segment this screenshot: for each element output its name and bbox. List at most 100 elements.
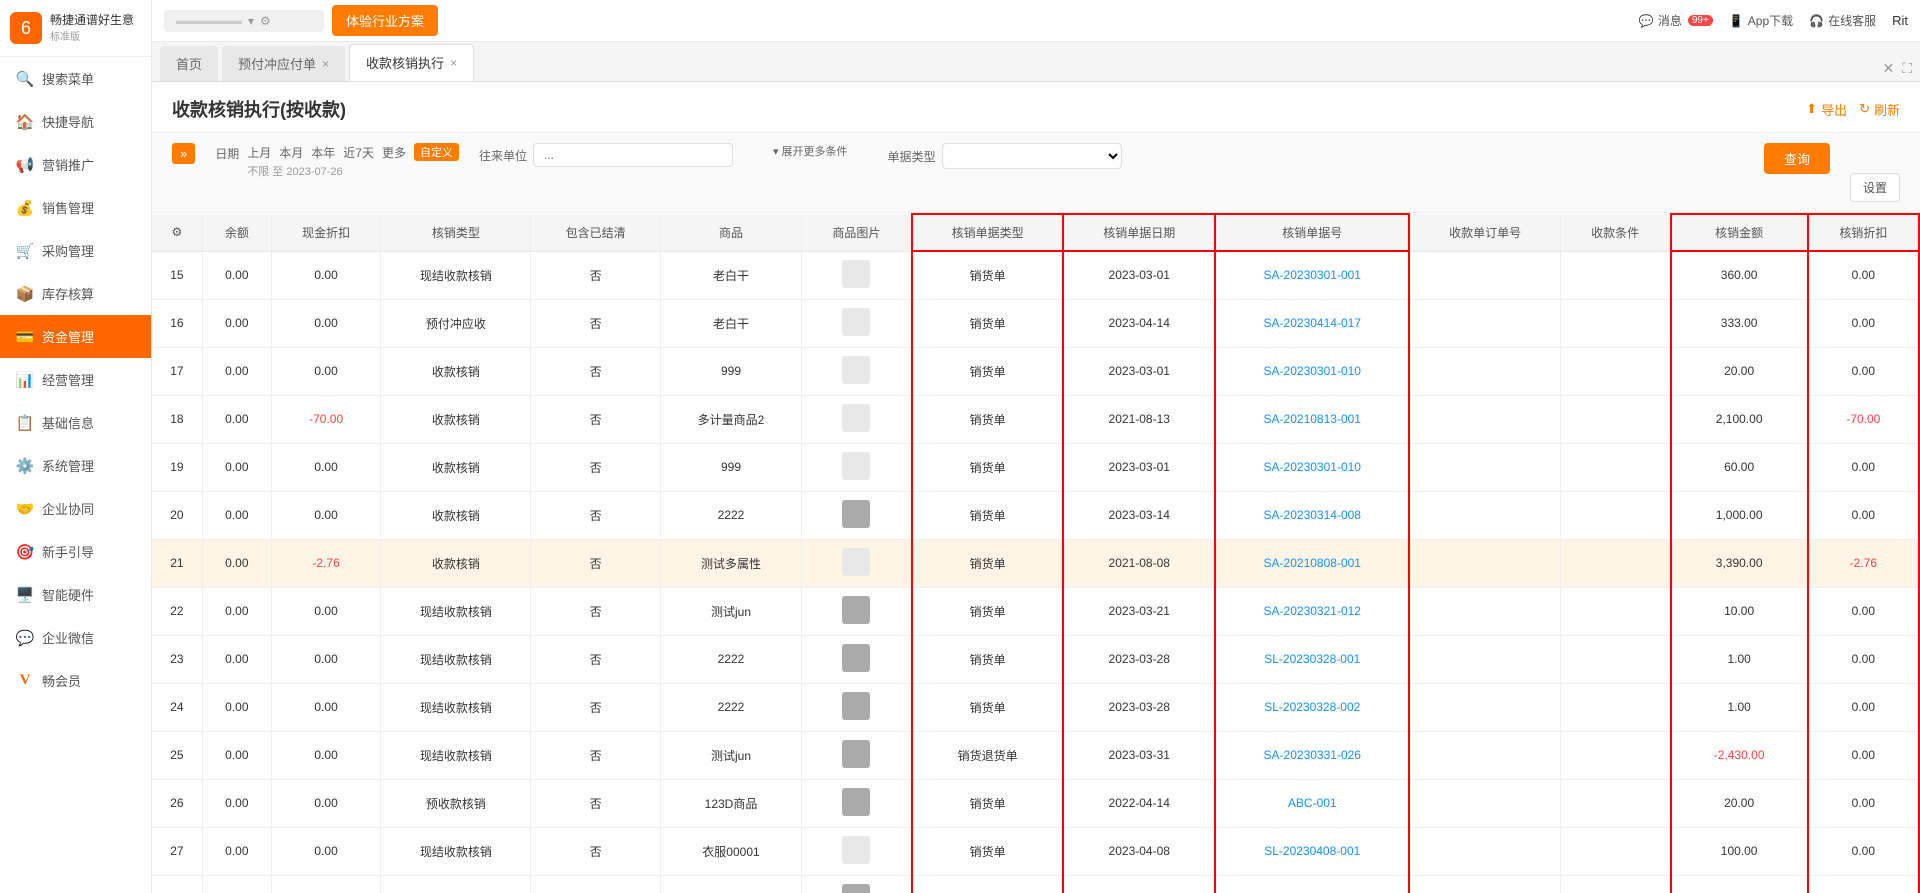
- row-doc-no[interactable]: SA-20230301-010: [1215, 443, 1409, 491]
- date-custom-btn[interactable]: 自定义: [414, 143, 459, 161]
- row-doc-no[interactable]: ABC-001: [1215, 779, 1409, 827]
- row-condition: [1560, 635, 1670, 683]
- sidebar-item-wechat[interactable]: 💬 企业微信: [0, 616, 151, 659]
- table-row: 190.000.00收款核销否999销货单2023-03-01SA-202303…: [152, 443, 1919, 491]
- date-shortcut-this-month[interactable]: 本月: [279, 144, 303, 161]
- row-settled: 否: [531, 539, 661, 587]
- product-image: [842, 548, 870, 576]
- maximize-window-btn[interactable]: ⛶: [1902, 60, 1912, 77]
- user-name: Rit: [1892, 13, 1908, 28]
- tab-prepay-close[interactable]: ×: [322, 57, 329, 71]
- sidebar-item-inventory[interactable]: 📦 库存核算: [0, 272, 151, 315]
- row-settled: 否: [531, 875, 661, 893]
- row-doc-no[interactable]: SL-20230328-001: [1215, 635, 1409, 683]
- gear-icon[interactable]: ⚙: [260, 14, 271, 28]
- sidebar-item-basic[interactable]: 📋 基础信息: [0, 401, 151, 444]
- row-doc-no[interactable]: SA-20230321-012: [1215, 587, 1409, 635]
- sidebar-item-finance[interactable]: 💳 资金管理: [0, 315, 151, 358]
- row-condition: [1560, 779, 1670, 827]
- row-order-no: [1409, 587, 1560, 635]
- sidebar-item-member[interactable]: V 畅会员: [0, 659, 151, 702]
- row-doc-no[interactable]: SA-20210813-001: [1215, 395, 1409, 443]
- row-product: 老白干: [661, 251, 802, 299]
- row-doc-no[interactable]: SL-20230408-001: [1215, 827, 1409, 875]
- sidebar-item-search[interactable]: 🔍 搜索菜单: [0, 57, 151, 100]
- th-balance: 余额: [202, 214, 271, 251]
- sidebar-item-guide[interactable]: 🎯 新手引导: [0, 530, 151, 573]
- tab-home-label: 首页: [176, 54, 202, 73]
- date-shortcut-more[interactable]: 更多: [382, 144, 406, 161]
- row-product-img: [801, 491, 911, 539]
- tab-collection-close[interactable]: ×: [450, 56, 457, 70]
- th-settings[interactable]: ⚙: [152, 214, 202, 251]
- row-doc-no[interactable]: SA-20230414-017: [1215, 299, 1409, 347]
- export-button[interactable]: ⬆ 导出: [1806, 100, 1847, 119]
- row-cash-discount: 0.00: [271, 443, 381, 491]
- date-shortcut-prev-month[interactable]: 上月: [247, 144, 271, 161]
- row-number: 24: [152, 683, 202, 731]
- refresh-button[interactable]: ↻ 刷新: [1859, 100, 1900, 119]
- sidebar-item-sales[interactable]: 💰 销售管理: [0, 186, 151, 229]
- row-number: 27: [152, 827, 202, 875]
- tab-home[interactable]: 首页: [160, 46, 218, 81]
- row-doc-no[interactable]: SA-20230301-001: [1215, 251, 1409, 299]
- data-table-wrapper: ⚙ 余额 现金折扣 核销类型 包含已结清 商品 商品图片 核销单据类型 核销单据…: [152, 213, 1920, 893]
- sidebar-item-collab[interactable]: 🤝 企业协同: [0, 487, 151, 530]
- sidebar-item-hardware[interactable]: 🖥️ 智能硬件: [0, 573, 151, 616]
- row-doc-no[interactable]: SA-20230314-008: [1215, 491, 1409, 539]
- collab-icon: 🤝: [16, 500, 34, 518]
- tab-collection[interactable]: 收款核销执行 ×: [349, 44, 474, 81]
- solution-button[interactable]: 体验行业方案: [332, 5, 438, 36]
- setting-button[interactable]: 设置: [1850, 173, 1900, 202]
- sidebar-item-label: 新手引导: [42, 542, 94, 561]
- sidebar-item-system[interactable]: ⚙️ 系统管理: [0, 444, 151, 487]
- wechat-icon: 💬: [16, 629, 34, 647]
- row-amount: 1.00: [1671, 683, 1808, 731]
- app-icon: 📱: [1729, 14, 1744, 28]
- close-window-btn[interactable]: ✕: [1882, 60, 1894, 77]
- row-settled: 否: [531, 347, 661, 395]
- row-settled: 否: [531, 683, 661, 731]
- message-badge: 99+: [1688, 15, 1713, 26]
- row-condition: [1560, 395, 1670, 443]
- query-button[interactable]: 查询: [1764, 143, 1830, 174]
- doc-type-select[interactable]: [942, 143, 1122, 169]
- filter-expand-btn[interactable]: »: [172, 143, 195, 164]
- sidebar-item-label: 库存核算: [42, 284, 94, 303]
- row-doc-no[interactable]: SL-20230418-001: [1215, 875, 1409, 893]
- th-discount: 核销折扣: [1808, 214, 1919, 251]
- tab-prepay[interactable]: 预付冲应付单 ×: [222, 46, 345, 81]
- date-shortcut-7days[interactable]: 近7天: [343, 144, 374, 161]
- row-product-img: [801, 875, 911, 893]
- table-row: 220.000.00现结收款核销否测试jun销货单2023-03-21SA-20…: [152, 587, 1919, 635]
- date-shortcut-this-year[interactable]: 本年: [311, 144, 335, 161]
- sidebar-item-marketing[interactable]: 📢 营销推广: [0, 143, 151, 186]
- row-doc-type: 销货单: [912, 491, 1064, 539]
- row-doc-no[interactable]: SA-20210808-001: [1215, 539, 1409, 587]
- topbar-left: ▬▬▬▬▬▬ ▾ ⚙ 体验行业方案: [164, 5, 1631, 36]
- service-button[interactable]: 🎧 在线客服: [1809, 12, 1876, 29]
- row-type: 预收款核销: [381, 779, 531, 827]
- th-amount: 核销金额: [1671, 214, 1808, 251]
- row-doc-type: 销货单: [912, 683, 1064, 731]
- row-number: 18: [152, 395, 202, 443]
- th-settled: 包含已结清: [531, 214, 661, 251]
- sidebar-item-quick[interactable]: 🏠 快捷导航: [0, 100, 151, 143]
- row-doc-no[interactable]: SA-20230331-026: [1215, 731, 1409, 779]
- row-condition: [1560, 827, 1670, 875]
- sidebar-item-purchase[interactable]: 🛒 采购管理: [0, 229, 151, 272]
- app-download-button[interactable]: 📱 App下载: [1729, 12, 1793, 29]
- expand-icon: »: [172, 143, 195, 164]
- row-doc-date: 2021-08-08: [1063, 539, 1215, 587]
- row-doc-no[interactable]: SA-20230301-010: [1215, 347, 1409, 395]
- row-balance: 0.00: [202, 731, 271, 779]
- row-doc-no[interactable]: SL-20230328-002: [1215, 683, 1409, 731]
- sidebar-item-operation[interactable]: 📊 经营管理: [0, 358, 151, 401]
- more-conditions-btn[interactable]: ▾ 展开更多条件: [773, 143, 848, 159]
- row-order-no: [1409, 875, 1560, 893]
- user-menu[interactable]: Rit: [1892, 13, 1908, 28]
- row-doc-type: 销货单: [912, 587, 1064, 635]
- partner-label: 往来单位: [479, 147, 527, 164]
- message-button[interactable]: 💬 消息 99+: [1639, 12, 1713, 29]
- partner-input[interactable]: [533, 143, 733, 167]
